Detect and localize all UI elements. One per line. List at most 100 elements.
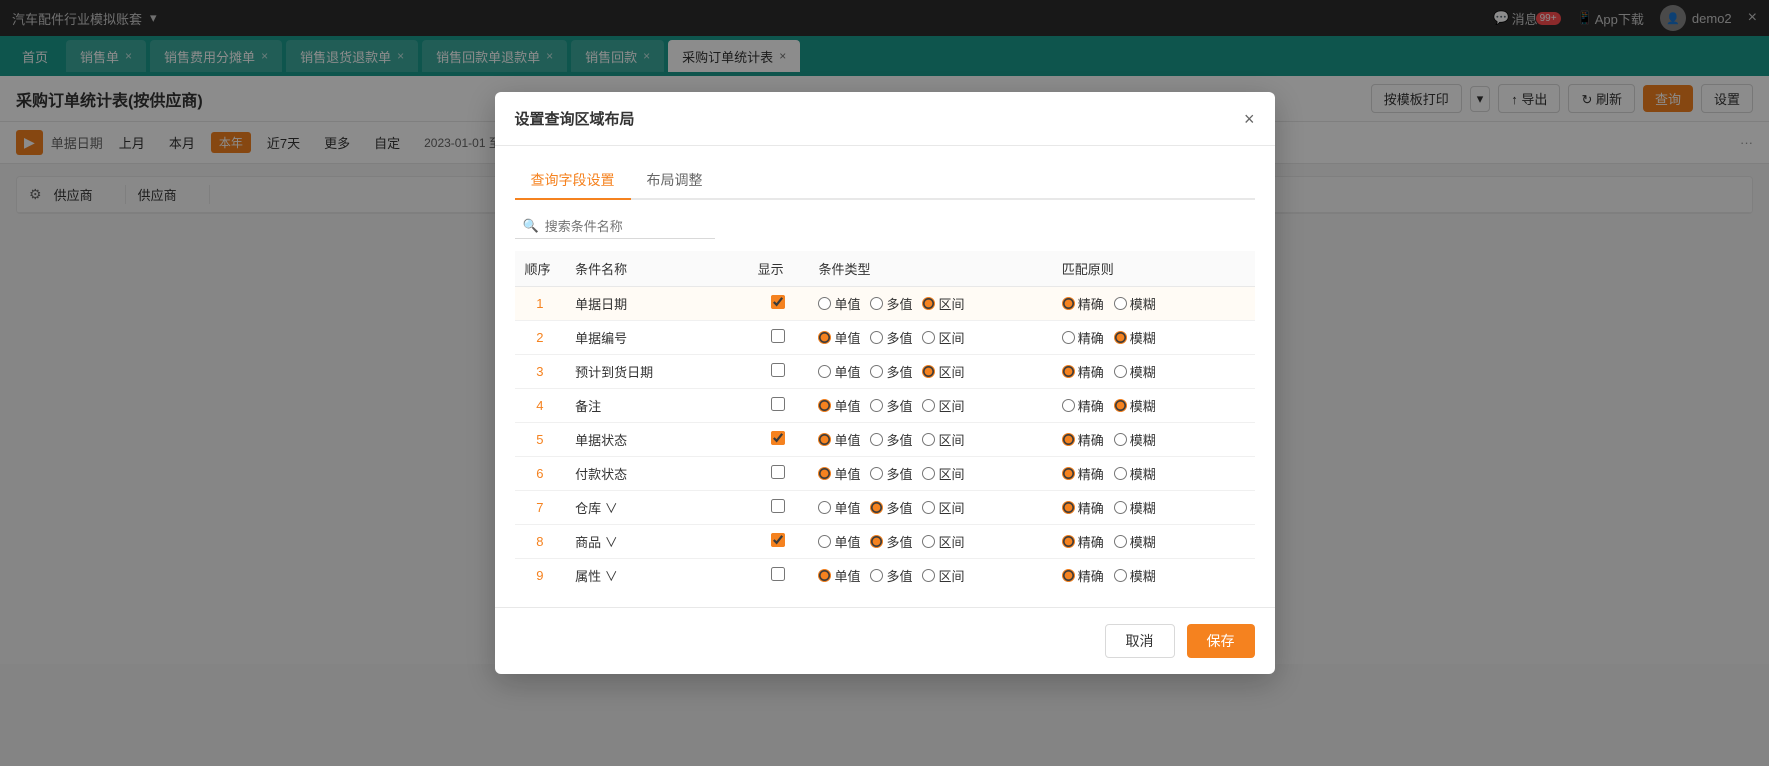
match-radio-input-模糊[interactable] xyxy=(1114,331,1127,344)
type-radio-单值[interactable]: 单值 xyxy=(818,532,860,551)
type-radio-区间[interactable]: 区间 xyxy=(922,532,964,551)
type-radio-多值[interactable]: 多值 xyxy=(870,430,912,449)
match-radio-精确[interactable]: 精确 xyxy=(1062,498,1104,517)
type-radio-input-单值[interactable] xyxy=(818,433,831,446)
type-radio-单值[interactable]: 单值 xyxy=(818,498,860,517)
match-radio-模糊[interactable]: 模糊 xyxy=(1114,328,1156,347)
type-radio-单值[interactable]: 单值 xyxy=(818,362,860,381)
match-radio-input-精确[interactable] xyxy=(1062,297,1075,310)
type-radio-多值[interactable]: 多值 xyxy=(870,464,912,483)
type-radio-input-单值[interactable] xyxy=(818,535,831,548)
match-radio-input-模糊[interactable] xyxy=(1114,501,1127,514)
match-radio-模糊[interactable]: 模糊 xyxy=(1114,430,1156,449)
type-radio-input-区间[interactable] xyxy=(922,331,935,344)
show-checkbox[interactable] xyxy=(771,533,785,547)
type-radio-区间[interactable]: 区间 xyxy=(922,328,964,347)
type-radio-input-单值[interactable] xyxy=(818,501,831,514)
type-radio-单值[interactable]: 单值 xyxy=(818,566,860,585)
match-radio-精确[interactable]: 精确 xyxy=(1062,362,1104,381)
show-checkbox[interactable] xyxy=(771,295,785,309)
type-radio-input-单值[interactable] xyxy=(818,331,831,344)
type-radio-区间[interactable]: 区间 xyxy=(922,396,964,415)
show-checkbox[interactable] xyxy=(771,465,785,479)
type-radio-input-多值[interactable] xyxy=(870,399,883,412)
match-radio-模糊[interactable]: 模糊 xyxy=(1114,532,1156,551)
match-radio-模糊[interactable]: 模糊 xyxy=(1114,498,1156,517)
type-radio-单值[interactable]: 单值 xyxy=(818,328,860,347)
type-radio-input-多值[interactable] xyxy=(870,365,883,378)
match-radio-input-精确[interactable] xyxy=(1062,399,1075,412)
type-radio-input-多值[interactable] xyxy=(870,569,883,582)
match-radio-input-模糊[interactable] xyxy=(1114,399,1127,412)
match-radio-input-精确[interactable] xyxy=(1062,535,1075,548)
type-radio-区间[interactable]: 区间 xyxy=(922,362,964,381)
match-radio-精确[interactable]: 精确 xyxy=(1062,532,1104,551)
match-radio-input-模糊[interactable] xyxy=(1114,569,1127,582)
type-radio-多值[interactable]: 多值 xyxy=(870,498,912,517)
type-radio-input-区间[interactable] xyxy=(922,467,935,480)
match-radio-精确[interactable]: 精确 xyxy=(1062,396,1104,415)
type-radio-input-多值[interactable] xyxy=(870,501,883,514)
match-radio-input-精确[interactable] xyxy=(1062,569,1075,582)
modal-close-button[interactable]: × xyxy=(1244,110,1255,128)
type-radio-多值[interactable]: 多值 xyxy=(870,566,912,585)
type-radio-input-多值[interactable] xyxy=(870,467,883,480)
type-radio-区间[interactable]: 区间 xyxy=(922,430,964,449)
match-radio-精确[interactable]: 精确 xyxy=(1062,430,1104,449)
show-checkbox[interactable] xyxy=(771,363,785,377)
save-button[interactable]: 保存 xyxy=(1187,624,1255,658)
match-radio-精确[interactable]: 精确 xyxy=(1062,328,1104,347)
type-radio-input-多值[interactable] xyxy=(870,297,883,310)
type-radio-input-单值[interactable] xyxy=(818,365,831,378)
modal-tab-layout[interactable]: 布局调整 xyxy=(631,162,719,200)
type-radio-input-区间[interactable] xyxy=(922,535,935,548)
match-radio-精确[interactable]: 精确 xyxy=(1062,464,1104,483)
type-radio-input-区间[interactable] xyxy=(922,501,935,514)
match-radio-模糊[interactable]: 模糊 xyxy=(1114,362,1156,381)
match-radio-模糊[interactable]: 模糊 xyxy=(1114,294,1156,313)
type-radio-单值[interactable]: 单值 xyxy=(818,396,860,415)
match-radio-input-精确[interactable] xyxy=(1062,433,1075,446)
match-radio-精确[interactable]: 精确 xyxy=(1062,566,1104,585)
show-checkbox[interactable] xyxy=(771,329,785,343)
modal-tab-query-fields[interactable]: 查询字段设置 xyxy=(515,162,631,200)
type-radio-input-区间[interactable] xyxy=(922,399,935,412)
show-checkbox[interactable] xyxy=(771,499,785,513)
type-radio-input-单值[interactable] xyxy=(818,569,831,582)
match-radio-模糊[interactable]: 模糊 xyxy=(1114,396,1156,415)
match-radio-input-模糊[interactable] xyxy=(1114,297,1127,310)
type-radio-单值[interactable]: 单值 xyxy=(818,464,860,483)
type-radio-多值[interactable]: 多值 xyxy=(870,362,912,381)
type-radio-多值[interactable]: 多值 xyxy=(870,532,912,551)
type-radio-input-单值[interactable] xyxy=(818,297,831,310)
match-radio-input-模糊[interactable] xyxy=(1114,365,1127,378)
type-radio-多值[interactable]: 多值 xyxy=(870,294,912,313)
type-radio-input-多值[interactable] xyxy=(870,331,883,344)
type-radio-多值[interactable]: 多值 xyxy=(870,328,912,347)
type-radio-多值[interactable]: 多值 xyxy=(870,396,912,415)
show-checkbox[interactable] xyxy=(771,431,785,445)
type-radio-input-多值[interactable] xyxy=(870,433,883,446)
type-radio-区间[interactable]: 区间 xyxy=(922,464,964,483)
match-radio-input-精确[interactable] xyxy=(1062,501,1075,514)
match-radio-input-模糊[interactable] xyxy=(1114,467,1127,480)
type-radio-input-区间[interactable] xyxy=(922,365,935,378)
show-checkbox[interactable] xyxy=(771,397,785,411)
cancel-button[interactable]: 取消 xyxy=(1105,624,1175,658)
match-radio-input-精确[interactable] xyxy=(1062,365,1075,378)
type-radio-区间[interactable]: 区间 xyxy=(922,294,964,313)
match-radio-input-精确[interactable] xyxy=(1062,467,1075,480)
type-radio-input-区间[interactable] xyxy=(922,297,935,310)
type-radio-input-单值[interactable] xyxy=(818,399,831,412)
type-radio-input-单值[interactable] xyxy=(818,467,831,480)
type-radio-input-多值[interactable] xyxy=(870,535,883,548)
type-radio-单值[interactable]: 单值 xyxy=(818,294,860,313)
show-checkbox[interactable] xyxy=(771,567,785,581)
match-radio-模糊[interactable]: 模糊 xyxy=(1114,464,1156,483)
type-radio-input-区间[interactable] xyxy=(922,569,935,582)
search-input[interactable] xyxy=(545,219,721,234)
match-radio-精确[interactable]: 精确 xyxy=(1062,294,1104,313)
match-radio-input-模糊[interactable] xyxy=(1114,535,1127,548)
type-radio-区间[interactable]: 区间 xyxy=(922,498,964,517)
type-radio-区间[interactable]: 区间 xyxy=(922,566,964,585)
